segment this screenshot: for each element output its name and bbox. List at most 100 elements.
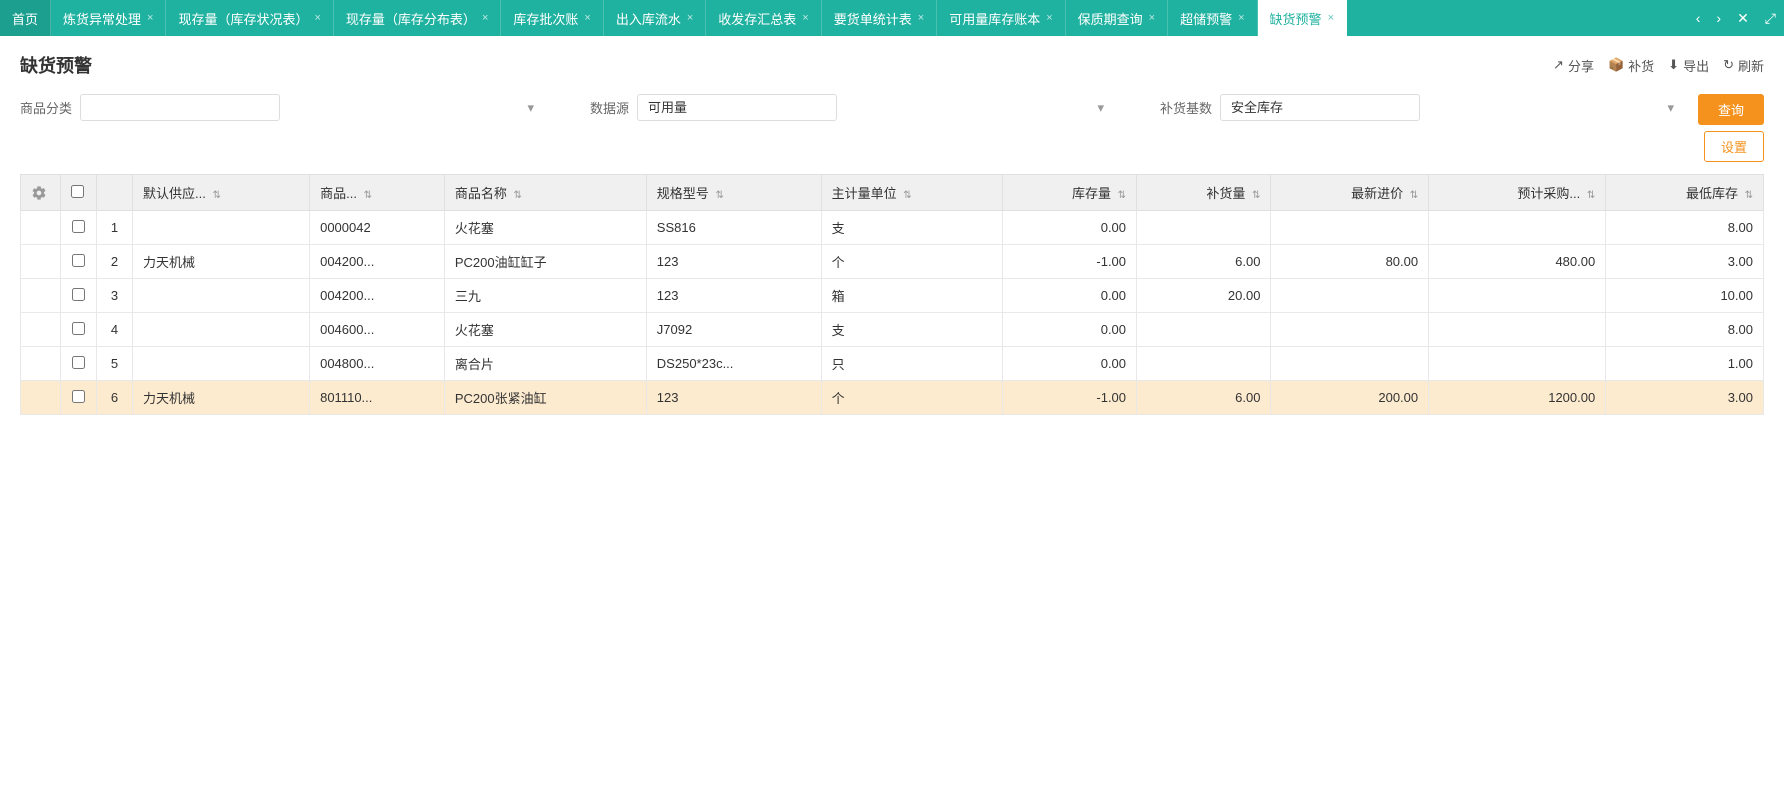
close-tab-inout-flow[interactable]: × (687, 12, 693, 24)
cell-supplier-1: 力天机械 (133, 245, 310, 279)
cell-checkbox-2[interactable] (61, 279, 97, 313)
cell-supplier-3 (133, 313, 310, 347)
cell-estimated-4 (1429, 347, 1606, 381)
cell-name-4: 离合片 (444, 347, 646, 381)
tab-fullscreen-button[interactable]: ⤢ (1757, 0, 1784, 36)
cell-spec-4: DS250*23c... (646, 347, 821, 381)
replenish-base-select[interactable]: 安全库存 (1220, 94, 1420, 121)
th-product-code[interactable]: 商品... ⇅ (310, 175, 445, 211)
cell-settings-4 (21, 347, 61, 381)
replenish-icon: 📦 (1608, 57, 1624, 73)
cell-name-0: 火花塞 (444, 211, 646, 245)
th-stock-qty[interactable]: 库存量 ⇅ (1002, 175, 1136, 211)
cell-supplier-2 (133, 279, 310, 313)
close-tab-expiry[interactable]: × (1149, 12, 1155, 24)
table-row: 2 力天机械 004200... PC200油缸缸子 123 个 -1.00 6… (21, 245, 1764, 279)
tab-batch[interactable]: 库存批次账 × (501, 0, 603, 36)
cell-estimated-0 (1429, 211, 1606, 245)
cell-checkbox-3[interactable] (61, 313, 97, 347)
cell-stock-5: -1.00 (1002, 381, 1136, 415)
cell-checkbox-1[interactable] (61, 245, 97, 279)
share-icon: ↗ (1553, 57, 1564, 73)
cell-stock-1: -1.00 (1002, 245, 1136, 279)
row-checkbox-2[interactable] (72, 288, 85, 301)
tab-demand[interactable]: 要货单统计表 × (822, 0, 937, 36)
cell-spec-2: 123 (646, 279, 821, 313)
sort-icon-unit: ⇅ (903, 190, 911, 201)
cell-checkbox-4[interactable] (61, 347, 97, 381)
cell-unit-5: 个 (821, 381, 1002, 415)
cell-code-2: 004200... (310, 279, 445, 313)
cell-rownum-3: 4 (97, 313, 133, 347)
share-button[interactable]: ↗ 分享 (1553, 56, 1594, 75)
row-checkbox-0[interactable] (72, 220, 85, 233)
cell-rownum-2: 3 (97, 279, 133, 313)
close-tab-batch[interactable]: × (584, 12, 590, 24)
page-header: 缺货预警 ↗ 分享 📦 补货 ⬇ 导出 ↻ 刷新 (20, 52, 1764, 78)
close-tab-shortage[interactable]: × (1328, 12, 1334, 24)
cell-price-1: 80.00 (1271, 245, 1429, 279)
tab-inventory-status[interactable]: 现存量（库存状况表） × (166, 0, 333, 36)
tab-inout-flow[interactable]: 出入库流水 × (604, 0, 706, 36)
th-unit[interactable]: 主计量单位 ⇅ (821, 175, 1002, 211)
th-estimated-purchase[interactable]: 预计采购... ⇅ (1429, 175, 1606, 211)
th-row-num (97, 175, 133, 211)
sort-icon-price: ⇅ (1410, 190, 1418, 201)
cell-minstock-0: 8.00 (1606, 211, 1764, 245)
row-checkbox-1[interactable] (72, 254, 85, 267)
tab-overstock[interactable]: 超储预警 × (1168, 0, 1257, 36)
th-latest-price[interactable]: 最新进价 ⇅ (1271, 175, 1429, 211)
close-tab-demand[interactable]: × (918, 12, 924, 24)
cell-price-4 (1271, 347, 1429, 381)
tab-prev-button[interactable]: ‹ (1688, 0, 1709, 36)
cell-checkbox-0[interactable] (61, 211, 97, 245)
close-tab-available[interactable]: × (1046, 12, 1052, 24)
th-replenish-qty[interactable]: 补货量 ⇅ (1137, 175, 1271, 211)
row-checkbox-5[interactable] (72, 390, 85, 403)
gear-settings-icon[interactable] (31, 185, 47, 201)
close-tab-collection[interactable]: × (802, 12, 808, 24)
th-min-stock[interactable]: 最低库存 ⇅ (1606, 175, 1764, 211)
sort-icon-name: ⇅ (513, 190, 521, 201)
select-all-checkbox[interactable] (71, 185, 84, 198)
tab-collection[interactable]: 收发存汇总表 × (706, 0, 821, 36)
close-tab-exception[interactable]: × (147, 12, 153, 24)
th-product-name[interactable]: 商品名称 ⇅ (444, 175, 646, 211)
cell-code-3: 004600... (310, 313, 445, 347)
tab-bar: 首页 炼货异常处理 × 现存量（库存状况表） × 现存量（库存分布表） × 库存… (0, 0, 1784, 36)
table-row: 4 004600... 火花塞 J7092 支 0.00 8.00 (21, 313, 1764, 347)
refresh-button[interactable]: ↻ 刷新 (1723, 56, 1764, 75)
tab-exception[interactable]: 炼货异常处理 × (51, 0, 166, 36)
cell-replenish-0 (1137, 211, 1271, 245)
cell-checkbox-5[interactable] (61, 381, 97, 415)
tab-next-button[interactable]: › (1708, 0, 1729, 36)
tab-close-button[interactable]: ✕ (1729, 0, 1757, 36)
row-checkbox-3[interactable] (72, 322, 85, 335)
settings-button[interactable]: 设置 (1704, 131, 1764, 162)
tab-home[interactable]: 首页 (0, 0, 51, 36)
close-tab-inventory-status[interactable]: × (314, 12, 320, 24)
row-checkbox-4[interactable] (72, 356, 85, 369)
cell-spec-0: SS816 (646, 211, 821, 245)
th-default-supplier[interactable]: 默认供应... ⇅ (133, 175, 310, 211)
page-content: 缺货预警 ↗ 分享 📦 补货 ⬇ 导出 ↻ 刷新 商品分类 (0, 36, 1784, 796)
close-tab-inventory-dist[interactable]: × (482, 12, 488, 24)
category-select[interactable] (80, 94, 280, 121)
replenish-button[interactable]: 📦 补货 (1608, 56, 1654, 75)
th-checkbox (61, 175, 97, 211)
th-spec[interactable]: 规格型号 ⇅ (646, 175, 821, 211)
th-settings[interactable] (21, 175, 61, 211)
tab-inventory-dist[interactable]: 现存量（库存分布表） × (334, 0, 501, 36)
query-button[interactable]: 查询 (1698, 94, 1764, 125)
sort-icon-min: ⇅ (1745, 190, 1753, 201)
datasource-select[interactable]: 可用量 (637, 94, 837, 121)
cell-replenish-2: 20.00 (1137, 279, 1271, 313)
close-tab-overstock[interactable]: × (1238, 12, 1244, 24)
tab-shortage[interactable]: 缺货预警 × (1258, 0, 1347, 36)
refresh-icon: ↻ (1723, 57, 1734, 73)
tab-expiry[interactable]: 保质期查询 × (1066, 0, 1168, 36)
sort-icon-estimated: ⇅ (1587, 190, 1595, 201)
export-button[interactable]: ⬇ 导出 (1668, 56, 1709, 75)
tab-available[interactable]: 可用量库存账本 × (937, 0, 1065, 36)
cell-replenish-1: 6.00 (1137, 245, 1271, 279)
